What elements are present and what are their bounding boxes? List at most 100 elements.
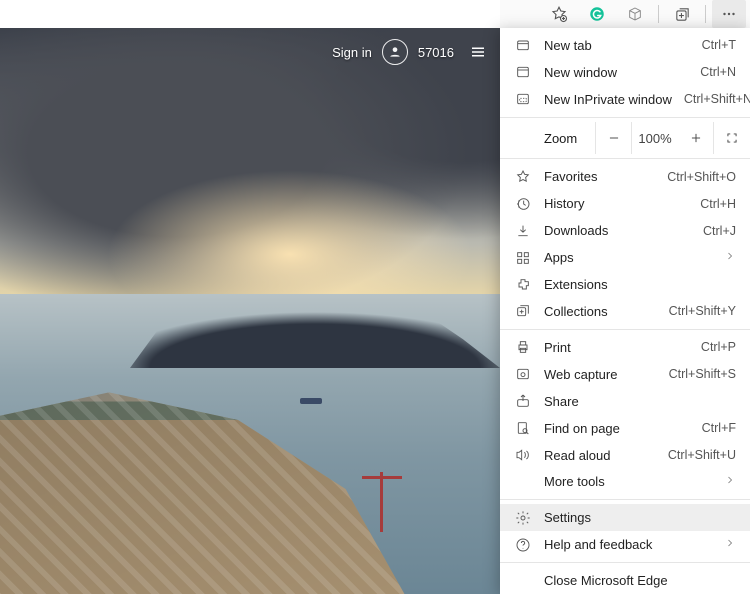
- menu-separator: [500, 158, 750, 159]
- menu-item-label: Favorites: [544, 169, 655, 184]
- menu-item-label: Apps: [544, 250, 712, 265]
- find-icon: [514, 419, 532, 437]
- history-icon: [514, 195, 532, 213]
- page-background-scene: Sign in 57016: [0, 28, 500, 594]
- menu-item-shortcut: Ctrl+Shift+O: [667, 170, 736, 184]
- menu-read-aloud[interactable]: Read aloud Ctrl+Shift+U: [500, 442, 750, 469]
- menu-item-shortcut: Ctrl+T: [702, 38, 736, 52]
- menu-new-window[interactable]: New window Ctrl+N: [500, 59, 750, 86]
- menu-history[interactable]: History Ctrl+H: [500, 190, 750, 217]
- chevron-right-icon: [724, 474, 736, 489]
- toolbar-separator: [658, 5, 659, 23]
- menu-item-shortcut: Ctrl+P: [701, 340, 736, 354]
- avatar[interactable]: [382, 39, 408, 65]
- hamburger-icon: [469, 43, 487, 61]
- web-capture-icon: [514, 365, 532, 383]
- add-favorite-button[interactable]: [542, 0, 576, 28]
- menu-favorites[interactable]: Favorites Ctrl+Shift+O: [500, 163, 750, 190]
- collections-menu-icon: [514, 302, 532, 320]
- chevron-right-icon: [724, 537, 736, 552]
- menu-item-label: New InPrivate window: [544, 92, 672, 107]
- page-header: Sign in 57016: [332, 38, 492, 66]
- menu-item-label: Print: [544, 340, 689, 355]
- menu-item-shortcut: Ctrl+Shift+U: [668, 448, 736, 462]
- menu-downloads[interactable]: Downloads Ctrl+J: [500, 217, 750, 244]
- settings-icon: [514, 509, 532, 527]
- menu-item-shortcut: Ctrl+Shift+S: [669, 367, 736, 381]
- menu-new-tab[interactable]: New tab Ctrl+T: [500, 32, 750, 59]
- zoom-label: Zoom: [500, 122, 596, 155]
- zoom-value: 100%: [632, 122, 678, 155]
- settings-and-more-button[interactable]: [712, 0, 746, 28]
- menu-item-label: Share: [544, 394, 736, 409]
- browser-toolbar: [500, 0, 750, 28]
- menu-item-label: New window: [544, 65, 688, 80]
- chevron-right-icon: [724, 250, 736, 265]
- collections-button[interactable]: [665, 0, 699, 28]
- menu-zoom-row: Zoom 100%: [500, 122, 750, 155]
- rewards-count[interactable]: 57016: [418, 45, 454, 60]
- print-icon: [514, 338, 532, 356]
- read-aloud-icon: [514, 446, 532, 464]
- cube-icon: [627, 6, 643, 22]
- fullscreen-button[interactable]: [714, 122, 750, 155]
- help-icon: [514, 536, 532, 554]
- menu-apps[interactable]: Apps: [500, 244, 750, 271]
- menu-extensions[interactable]: Extensions: [500, 271, 750, 298]
- menu-item-label: More tools: [544, 474, 712, 489]
- menu-item-shortcut: Ctrl+N: [700, 65, 736, 79]
- menu-close-edge[interactable]: Close Microsoft Edge: [500, 567, 750, 594]
- star-icon: [514, 168, 532, 186]
- boat-art: [300, 398, 322, 404]
- page-menu-button[interactable]: [464, 38, 492, 66]
- extensions-icon: [514, 276, 532, 294]
- toolbar-separator-2: [705, 5, 706, 23]
- star-add-icon: [550, 5, 568, 23]
- menu-item-label: Downloads: [544, 223, 691, 238]
- menu-new-inprivate[interactable]: New InPrivate window Ctrl+Shift+N: [500, 86, 750, 113]
- menu-separator: [500, 329, 750, 330]
- menu-collections[interactable]: Collections Ctrl+Shift+Y: [500, 298, 750, 325]
- menu-item-shortcut: Ctrl+J: [703, 224, 736, 238]
- menu-help[interactable]: Help and feedback: [500, 531, 750, 558]
- menu-item-label: Help and feedback: [544, 537, 712, 552]
- menu-item-shortcut: Ctrl+Shift+N: [684, 92, 750, 106]
- more-icon: [720, 5, 738, 23]
- menu-settings[interactable]: Settings: [500, 504, 750, 531]
- sign-in-link[interactable]: Sign in: [332, 45, 372, 60]
- zoom-in-button[interactable]: [678, 122, 714, 155]
- crane-art: [380, 472, 383, 532]
- grammarly-icon: [588, 5, 606, 23]
- menu-item-label: Web capture: [544, 367, 657, 382]
- menu-more-tools[interactable]: More tools: [500, 469, 750, 496]
- download-icon: [514, 222, 532, 240]
- collections-icon: [674, 6, 691, 23]
- menu-print[interactable]: Print Ctrl+P: [500, 334, 750, 361]
- menu-separator: [500, 499, 750, 500]
- menu-item-label: Collections: [544, 304, 657, 319]
- blank-icon: [514, 473, 532, 491]
- menu-item-label: Read aloud: [544, 448, 656, 463]
- menu-web-capture[interactable]: Web capture Ctrl+Shift+S: [500, 361, 750, 388]
- menu-item-label: Extensions: [544, 277, 736, 292]
- menu-item-shortcut: Ctrl+Shift+Y: [669, 304, 736, 318]
- zoom-out-button[interactable]: [596, 122, 632, 155]
- share-icon: [514, 392, 532, 410]
- browser-menu: New tab Ctrl+T New window Ctrl+N New InP…: [500, 28, 750, 594]
- menu-item-shortcut: Ctrl+H: [700, 197, 736, 211]
- grammarly-extension-button[interactable]: [580, 0, 614, 28]
- menu-separator: [500, 117, 750, 118]
- new-window-icon: [514, 63, 532, 81]
- app-root: { "header": { "sign_in": "Sign in", "rew…: [0, 0, 750, 594]
- blank-icon: [514, 572, 532, 590]
- menu-item-label: New tab: [544, 38, 690, 53]
- menu-item-label: History: [544, 196, 688, 211]
- menu-separator: [500, 562, 750, 563]
- extension-button-2[interactable]: [618, 0, 652, 28]
- menu-find-on-page[interactable]: Find on page Ctrl+F: [500, 415, 750, 442]
- new-tab-icon: [514, 36, 532, 54]
- avatar-icon: [388, 45, 402, 59]
- menu-item-label: Find on page: [544, 421, 690, 436]
- menu-item-label: Close Microsoft Edge: [544, 573, 736, 588]
- menu-share[interactable]: Share: [500, 388, 750, 415]
